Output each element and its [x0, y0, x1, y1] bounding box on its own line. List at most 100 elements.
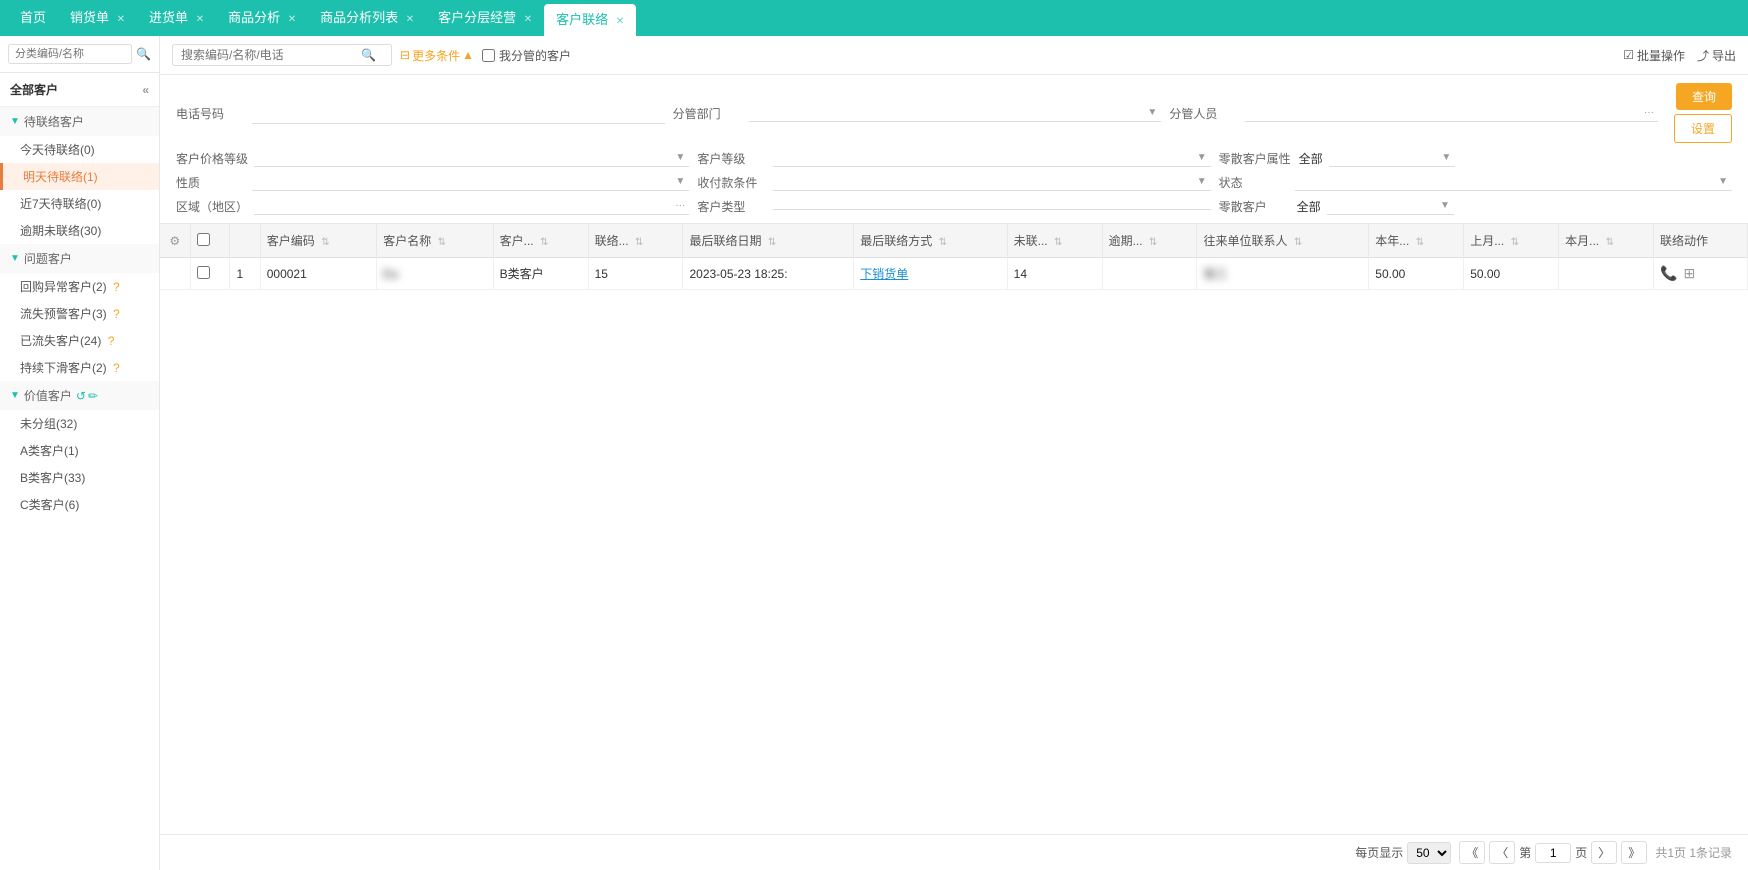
- nav-product-analysis-list[interactable]: 商品分析列表 ✕: [308, 0, 426, 36]
- sort-icon[interactable]: ⇅: [1294, 237, 1302, 248]
- sort-icon[interactable]: ⇅: [939, 237, 947, 248]
- grid-icon[interactable]: ⊞: [1683, 265, 1695, 282]
- batch-op-btn[interactable]: ☑ 批量操作: [1623, 47, 1685, 64]
- nav-close-sales[interactable]: ✕: [117, 14, 125, 25]
- nav-purchase-order[interactable]: 进货单 ✕: [137, 0, 216, 36]
- th-action-label: 联络动作: [1660, 234, 1708, 248]
- gear-icon[interactable]: ⚙: [169, 234, 180, 248]
- sort-icon[interactable]: ⇅: [1511, 237, 1519, 248]
- nav-product-analysis[interactable]: 商品分析 ✕: [216, 0, 308, 36]
- filter-icon: ⊟: [400, 48, 410, 62]
- first-page-btn[interactable]: 《: [1459, 841, 1485, 864]
- sidebar-item-c-class[interactable]: C类客户(6): [0, 491, 159, 518]
- sidebar-search-input[interactable]: [8, 44, 132, 64]
- sidebar-item-unclassified[interactable]: 未分组(32): [0, 410, 159, 437]
- filter-phone-input[interactable]: [252, 103, 665, 124]
- row-checkbox[interactable]: [197, 266, 210, 279]
- sort-icon[interactable]: ⇅: [540, 237, 548, 248]
- sidebar-item-already-lost[interactable]: 已流失客户(24) ?: [0, 327, 159, 354]
- filter-retail-attr-label: 零散客户属性: [1219, 150, 1291, 167]
- nav-close-product-analysis[interactable]: ✕: [288, 14, 296, 25]
- more-icon[interactable]: ···: [1644, 107, 1654, 118]
- sidebar-search-icon[interactable]: 🔍: [136, 47, 151, 61]
- my-customer-check[interactable]: [482, 49, 495, 62]
- filter-retail-attr-select[interactable]: ▼: [1329, 149, 1456, 167]
- next-page-btn[interactable]: 〉: [1591, 841, 1617, 864]
- right-actions: ☑ 批量操作 ⤴ 导出: [1623, 47, 1736, 64]
- sidebar-item-a-class[interactable]: A类客户(1): [0, 437, 159, 464]
- sidebar-item-repurchase-abnormal[interactable]: 回购异常客户(2) ?: [0, 273, 159, 300]
- filter-manager-label: 分管人员: [1169, 105, 1239, 122]
- filter-dept-select[interactable]: ▼: [749, 104, 1162, 122]
- refresh-icon[interactable]: ↺: [76, 389, 86, 403]
- filter-retail-select[interactable]: ▼: [1327, 197, 1454, 215]
- filter-level-select[interactable]: ▼: [773, 149, 1210, 167]
- page-input[interactable]: [1535, 843, 1571, 863]
- per-page-select[interactable]: 50: [1407, 842, 1451, 864]
- phone-icon[interactable]: 📞: [1660, 265, 1677, 282]
- query-button[interactable]: 查询: [1676, 83, 1732, 110]
- sort-icon[interactable]: ⇅: [768, 237, 776, 248]
- sidebar-item-continuous-decline[interactable]: 持续下滑客户(2) ?: [0, 354, 159, 381]
- sidebar-all-customers[interactable]: 全部客户 «: [0, 73, 159, 107]
- sort-icon[interactable]: ⇅: [1416, 237, 1424, 248]
- chevron-down-icon: ▼: [1147, 107, 1157, 118]
- th-action: 联络动作: [1654, 224, 1748, 258]
- edit-icon[interactable]: ✏: [88, 389, 98, 403]
- sidebar-item-today[interactable]: 今天待联络(0): [0, 136, 159, 163]
- export-btn[interactable]: ⤴ 导出: [1697, 47, 1736, 64]
- nav-home[interactable]: 首页: [8, 0, 58, 36]
- filter-payment-select[interactable]: ▼: [773, 173, 1210, 191]
- sort-icon[interactable]: ⇅: [1054, 237, 1062, 248]
- td-number: 1: [230, 258, 260, 290]
- sort-icon[interactable]: ⇅: [438, 237, 446, 248]
- th-unit-contact: 往来单位联系人 ⇅: [1197, 224, 1369, 258]
- more-icon[interactable]: ···: [675, 200, 685, 211]
- filter-row-1: 电话号码 分管部门 ▼ 分管人员 ···: [176, 83, 1732, 143]
- last-contact-way-link[interactable]: 下销货单: [860, 267, 908, 281]
- sort-icon[interactable]: ⇅: [1149, 237, 1157, 248]
- filter-price-select[interactable]: ▼: [254, 149, 689, 167]
- sidebar-item-b-class[interactable]: B类客户(33): [0, 464, 159, 491]
- sidebar-group-problem: ▼ 问题客户: [0, 244, 159, 273]
- per-page-label: 每页显示: [1355, 844, 1403, 861]
- nav-customer-contact[interactable]: 客户联络 ✕: [544, 4, 636, 36]
- search-icon[interactable]: 🔍: [361, 48, 376, 62]
- nav-close-contact[interactable]: ✕: [616, 16, 624, 27]
- sidebar-collapse-icon[interactable]: «: [142, 83, 149, 97]
- sort-icon[interactable]: ⇅: [1605, 237, 1613, 248]
- sort-icon[interactable]: ⇅: [635, 237, 643, 248]
- nav-sales-order[interactable]: 销货单 ✕: [58, 0, 137, 36]
- main-search-input[interactable]: [181, 48, 361, 62]
- filter-ctype-select[interactable]: [773, 203, 1210, 210]
- sidebar-item-week[interactable]: 近7天待联络(0): [0, 190, 159, 217]
- sidebar-item-overdue[interactable]: 逾期未联络(30): [0, 217, 159, 244]
- th-this-year: 本年... ⇅: [1369, 224, 1464, 258]
- nav-close-segment[interactable]: ✕: [524, 14, 532, 25]
- filter-status-select[interactable]: ▼: [1295, 173, 1732, 191]
- nav-customer-segment[interactable]: 客户分层经营 ✕: [426, 0, 544, 36]
- th-contact-label: 联络...: [595, 234, 629, 248]
- set-button[interactable]: 设置: [1674, 114, 1732, 143]
- nav-close-product-list[interactable]: ✕: [406, 14, 414, 25]
- filter-actions: 查询 设置: [1666, 83, 1732, 143]
- sidebar-item-lost-potential[interactable]: 流失预警客户(3) ?: [0, 300, 159, 327]
- filter-payment-label: 收付款条件: [697, 174, 767, 191]
- td-checkbox: [190, 258, 230, 290]
- my-customer-checkbox[interactable]: 我分管的客户: [482, 47, 571, 64]
- th-last-contact-way: 最后联络方式 ⇅: [854, 224, 1007, 258]
- sidebar-item-tomorrow[interactable]: 明天待联络(1): [0, 163, 159, 190]
- filter-manager-select[interactable]: ···: [1245, 104, 1658, 122]
- filter-nature-select[interactable]: ▼: [252, 173, 689, 191]
- chevron-down-icon: ▼: [675, 176, 685, 187]
- prev-page-btn[interactable]: 〈: [1489, 841, 1515, 864]
- more-filter-btn[interactable]: ⊟ 更多条件 ▲: [400, 47, 474, 64]
- last-page-btn[interactable]: 》: [1621, 841, 1647, 864]
- page-size-control: 每页显示 50: [1355, 842, 1451, 864]
- nav-close-purchase[interactable]: ✕: [196, 14, 204, 25]
- td-unit-contact: 张三: [1197, 258, 1369, 290]
- filter-region-select[interactable]: ···: [254, 197, 689, 215]
- sort-icon[interactable]: ⇅: [321, 237, 329, 248]
- select-all-checkbox[interactable]: [197, 233, 210, 246]
- th-name: 客户名称 ⇅: [377, 224, 493, 258]
